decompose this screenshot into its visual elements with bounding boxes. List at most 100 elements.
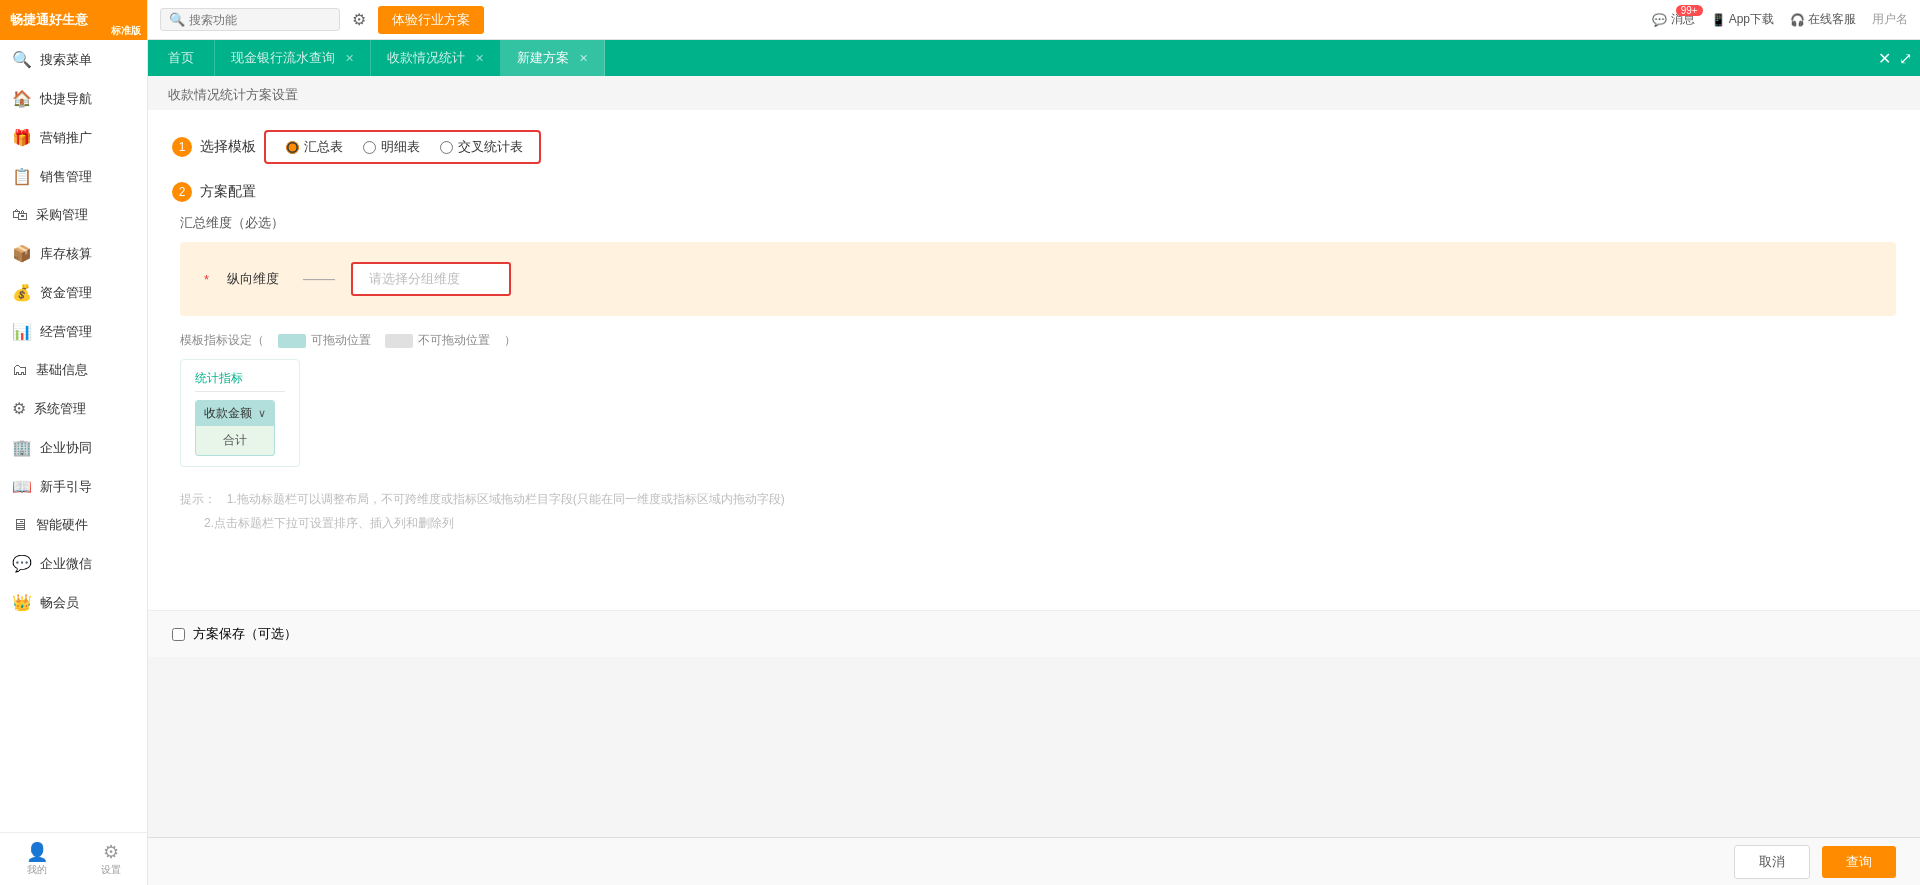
tab-new-plan[interactable]: 新建方案✕ xyxy=(501,40,605,76)
step1-options-box: 汇总表 明细表 交叉统计表 xyxy=(264,130,541,164)
sidebar-label-marketing: 营销推广 xyxy=(40,129,92,147)
sidebar-item-operations[interactable]: 📊 经营管理 xyxy=(0,312,147,351)
draggable-box xyxy=(278,334,306,348)
draggable-label: 可拖动位置 xyxy=(311,332,371,349)
app-download-label: App下载 xyxy=(1729,11,1774,28)
search-box[interactable]: 🔍 xyxy=(160,8,340,31)
sidebar-label-wechat: 企业微信 xyxy=(40,555,92,573)
tab-home[interactable]: 首页 xyxy=(148,40,215,76)
sidebar-label-operations: 经营管理 xyxy=(40,323,92,341)
indicator-card: 收款金额 ∨ 合计 xyxy=(195,400,275,456)
chevron-down-icon[interactable]: ∨ xyxy=(258,407,266,420)
sidebar-label-smart-hw: 智能硬件 xyxy=(36,516,88,534)
sidebar-item-smart-hw[interactable]: 🖥 智能硬件 xyxy=(0,506,147,544)
step2-num: 2 xyxy=(172,182,192,202)
radio-cross-label: 交叉统计表 xyxy=(458,138,523,156)
radio-cross-input[interactable] xyxy=(440,141,453,154)
save-checkbox[interactable] xyxy=(172,628,185,641)
guide-icon: 📖 xyxy=(12,477,32,496)
sidebar-label-quick-nav: 快捷导航 xyxy=(40,90,92,108)
tab-close-collection[interactable]: ✕ xyxy=(475,52,484,65)
dimension-box: * 纵向维度 —— 请选择分组维度 xyxy=(180,242,1896,316)
radio-cross[interactable]: 交叉统计表 xyxy=(440,138,523,156)
tips-title: 提示： xyxy=(180,487,223,511)
tip-item-2: 2.点击标题栏下拉可设置排序、插入列和删除列 xyxy=(204,511,454,535)
sidebar-label-enterprise: 企业协同 xyxy=(40,439,92,457)
close-window-icon[interactable]: ✕ xyxy=(1878,49,1891,68)
support-icon: 🎧 xyxy=(1790,13,1805,27)
tips-section: 提示： 1.拖动标题栏可以调整布局，不可跨维度或指标区域拖动栏目字段(只能在同一… xyxy=(180,487,1896,535)
sidebar-label-finance: 资金管理 xyxy=(40,284,92,302)
topbar-right: 💬 消息 99+ 📱 App下载 🎧 在线客服 用户名 xyxy=(1652,11,1908,28)
tip-line-2: 2.点击标题栏下拉可设置排序、插入列和删除列 xyxy=(180,511,1896,535)
step1-section: 1 选择模板 汇总表 明细表 xyxy=(172,130,1896,164)
settings-icon[interactable]: ⚙ xyxy=(352,10,366,29)
sidebar-bottom: 👤 我的 ⚙ 设置 xyxy=(0,832,147,885)
sidebar-bottom-btn-right[interactable]: ⚙ 设置 xyxy=(101,841,121,877)
tab-cashflow[interactable]: 现金银行流水查询✕ xyxy=(215,40,371,76)
inventory-icon: 📦 xyxy=(12,244,32,263)
tab-close-new-plan[interactable]: ✕ xyxy=(579,52,588,65)
wechat-icon: 💬 xyxy=(12,554,32,573)
sidebar-item-sales[interactable]: 📋 销售管理 xyxy=(0,157,147,196)
expand-icon[interactable]: ⤢ xyxy=(1899,49,1912,68)
sidebar-label-inventory: 库存核算 xyxy=(40,245,92,263)
sidebar-item-guide[interactable]: 📖 新手引导 xyxy=(0,467,147,506)
indicator-card-title: 收款金额 xyxy=(204,405,252,422)
indicator-card-wrapper: 统计指标 收款金额 ∨ 合计 xyxy=(180,359,300,467)
sidebar-item-search[interactable]: 🔍 搜索菜单 xyxy=(0,40,147,79)
sidebar-item-purchase[interactable]: 🛍 采购管理 xyxy=(0,196,147,234)
main: 🔍 ⚙ 体验行业方案 💬 消息 99+ 📱 App下载 🎧 在线客服 用户名 首… xyxy=(148,0,1920,885)
query-button[interactable]: 查询 xyxy=(1822,846,1896,878)
sidebar-label-search: 搜索菜单 xyxy=(40,51,92,69)
step2-header: 2 方案配置 xyxy=(172,182,1896,202)
sidebar-item-wechat[interactable]: 💬 企业微信 xyxy=(0,544,147,583)
tab-label-collection: 收款情况统计 xyxy=(387,49,465,67)
app-download-btn[interactable]: 📱 App下载 xyxy=(1711,11,1774,28)
draggable-legend: 可拖动位置 xyxy=(278,332,371,349)
breadcrumb: 收款情况统计方案设置 xyxy=(148,76,1920,110)
sidebar-item-marketing[interactable]: 🎁 营销推广 xyxy=(0,118,147,157)
sidebar-item-quick-nav[interactable]: 🏠 快捷导航 xyxy=(0,79,147,118)
sidebar-label-system: 系统管理 xyxy=(34,400,86,418)
radio-detail[interactable]: 明细表 xyxy=(363,138,420,156)
step1-options: 汇总表 明细表 交叉统计表 xyxy=(286,138,523,156)
search-input[interactable] xyxy=(189,13,329,27)
tip-line-1: 提示： 1.拖动标题栏可以调整布局，不可跨维度或指标区域拖动栏目字段(只能在同一… xyxy=(180,487,1896,511)
indicator-settings-label: 模板指标设定（ xyxy=(180,332,264,349)
sidebar-item-system[interactable]: ⚙ 系统管理 xyxy=(0,389,147,428)
sidebar-bottom-btn-left[interactable]: 👤 我的 xyxy=(26,841,48,877)
purchase-icon: 🛍 xyxy=(12,206,28,224)
radio-detail-input[interactable] xyxy=(363,141,376,154)
message-icon: 💬 xyxy=(1652,13,1667,27)
cancel-button[interactable]: 取消 xyxy=(1734,845,1810,879)
step2-section: 2 方案配置 汇总维度（必选） * 纵向维度 —— 请选择分组维度 xyxy=(172,182,1896,535)
search-icon: 🔍 xyxy=(169,12,185,27)
step1-num: 1 xyxy=(172,137,192,157)
sidebar-item-basic-info[interactable]: 🗂 基础信息 xyxy=(0,351,147,389)
dimension-select[interactable]: 请选择分组维度 xyxy=(351,262,511,296)
online-support-btn[interactable]: 🎧 在线客服 xyxy=(1790,11,1856,28)
content-area: 收款情况统计方案设置 1 选择模板 汇总表 xyxy=(148,76,1920,837)
sales-icon: 📋 xyxy=(12,167,32,186)
sidebar-label-sales: 销售管理 xyxy=(40,168,92,186)
tabbar-end: ✕ ⤢ xyxy=(1878,49,1920,68)
sidebar-item-enterprise[interactable]: 🏢 企业协同 xyxy=(0,428,147,467)
message-btn[interactable]: 💬 消息 99+ xyxy=(1652,11,1695,28)
sidebar-item-member[interactable]: 👑 畅会员 xyxy=(0,583,147,622)
finance-icon: 💰 xyxy=(12,283,32,302)
step2-title: 方案配置 xyxy=(200,183,256,201)
sidebar-item-inventory[interactable]: 📦 库存核算 xyxy=(0,234,147,273)
form-panel: 1 选择模板 汇总表 明细表 xyxy=(148,110,1920,610)
save-label: 方案保存（可选） xyxy=(193,625,297,643)
tab-close-cashflow[interactable]: ✕ xyxy=(345,52,354,65)
sidebar-item-finance[interactable]: 💰 资金管理 xyxy=(0,273,147,312)
tab-collection[interactable]: 收款情况统计 ✕ xyxy=(371,40,501,76)
radio-summary-input[interactable] xyxy=(286,141,299,154)
industry-btn[interactable]: 体验行业方案 xyxy=(378,6,484,34)
indicator-card-body: 合计 xyxy=(196,426,274,455)
sidebar-label-purchase: 采购管理 xyxy=(36,206,88,224)
dimension-section-label: 汇总维度（必选） xyxy=(180,214,1896,232)
radio-summary[interactable]: 汇总表 xyxy=(286,138,343,156)
app-name: 畅捷通好生意 xyxy=(10,11,88,29)
